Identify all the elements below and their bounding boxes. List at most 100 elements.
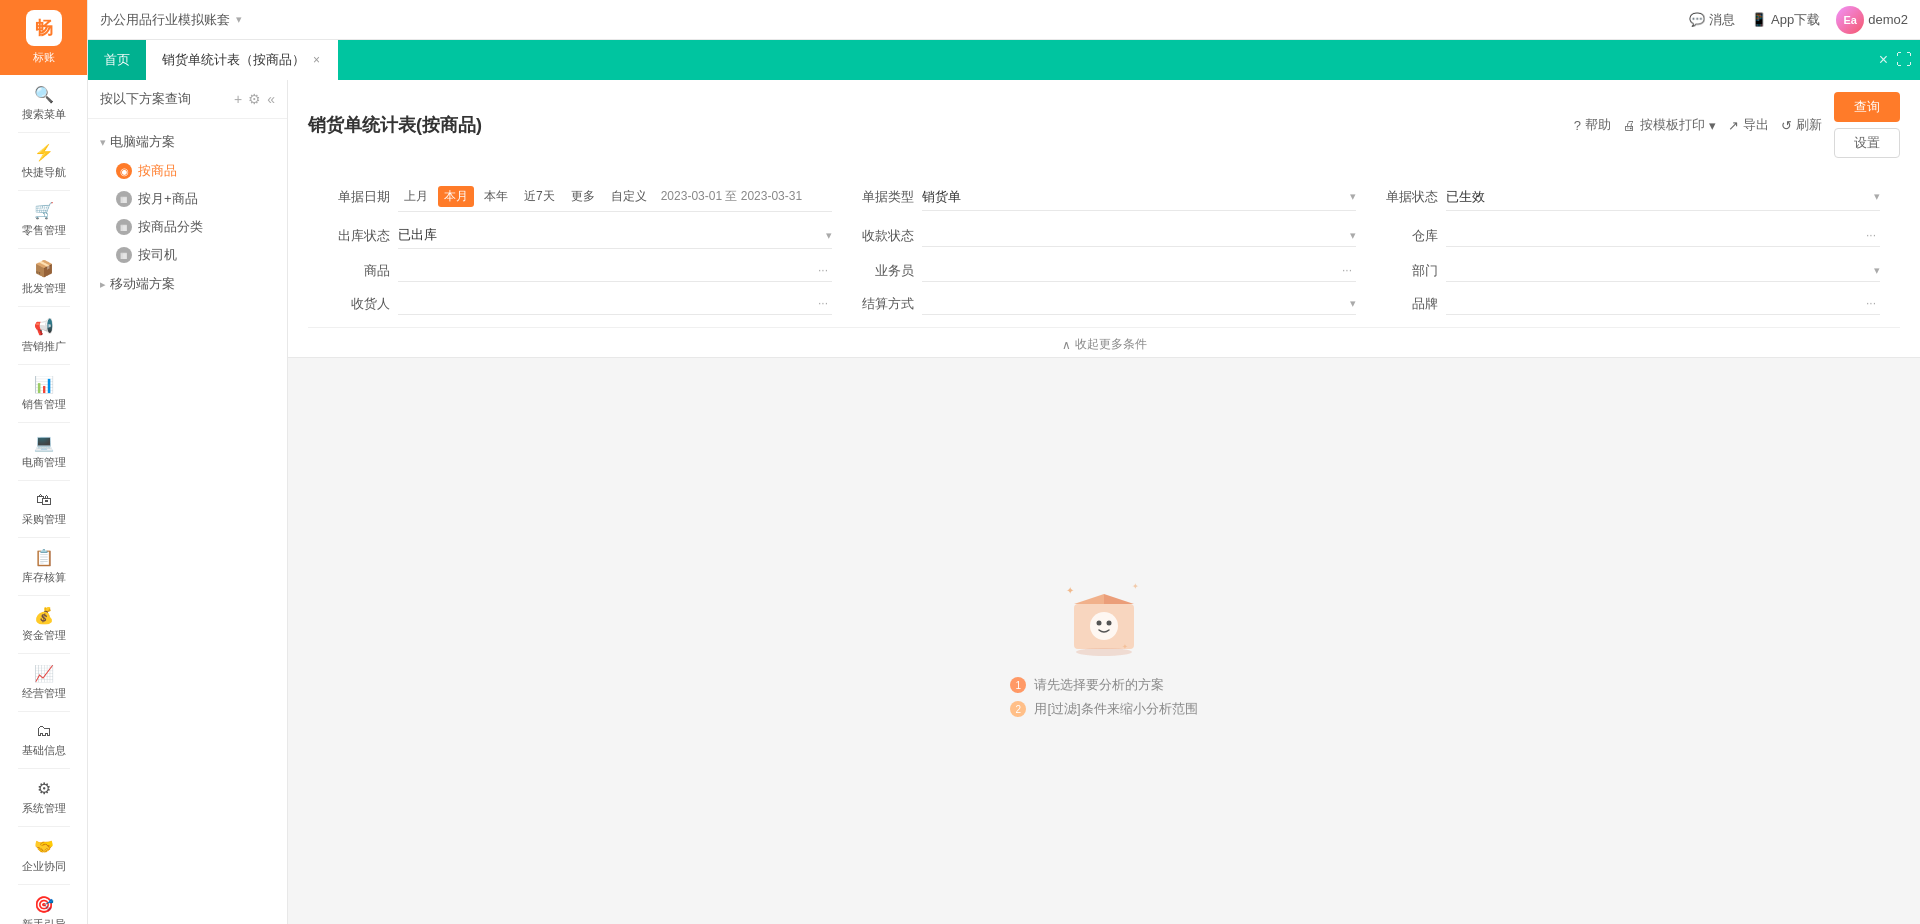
child-label-0-1: 按月+商品 [138,190,198,208]
tab-active[interactable]: 销货单统计表（按商品） × [146,40,338,80]
left-panel: 按以下方案查询 + ⚙ « ▾ 电脑端方案 ◉按商品▦按月+商品▦按商品分类▦按… [88,80,288,924]
date-tab-3[interactable]: 近7天 [518,186,561,207]
tree-child-0-2[interactable]: ▦按商品分类 [88,213,287,241]
payment-method-chevron: ▾ [1350,297,1356,310]
status-value: 已生效 [1446,188,1874,206]
export-label: 导出 [1743,116,1769,134]
tree-group-0[interactable]: ▾ 电脑端方案 [88,127,287,157]
industry-name[interactable]: 办公用品行业模拟账套 [100,11,230,29]
sidebar-item-1[interactable]: ⚡ 快捷导航 [18,133,70,191]
type-control[interactable]: 销货单 ▾ [922,184,1356,211]
warehouse-status-label: 出库状态 [328,227,398,245]
warehouse-dots[interactable]: ··· [1862,228,1880,242]
filter-dept: 部门 ▾ [1376,260,1880,282]
tab-close-icon[interactable]: × [311,53,322,67]
sidebar-icon-7: 🛍 [36,491,52,509]
sidebar-icon-6: 💻 [34,433,54,452]
dept-label: 部门 [1376,262,1446,280]
sidebar-item-11[interactable]: 🗂 基础信息 [18,712,70,769]
add-scheme-icon[interactable]: + [234,91,242,107]
sidebar-item-8[interactable]: 📋 库存核算 [18,538,70,596]
payment-status-label: 收款状态 [852,227,922,245]
date-tab-0[interactable]: 上月 [398,186,434,207]
tab-home[interactable]: 首页 [88,40,146,80]
page-header-top: 销货单统计表(按商品) ? 帮助 🖨 按模板打印 ▾ ↗ [308,92,1900,158]
sidebar-item-2[interactable]: 🛒 零售管理 [18,191,70,249]
sidebar-item-4[interactable]: 📢 营销推广 [18,307,70,365]
date-tab-1[interactable]: 本月 [438,186,474,207]
app-download-label: App下载 [1771,11,1820,29]
payment-method-control[interactable]: ▾ [922,293,1356,315]
sidebar-item-6[interactable]: 💻 电商管理 [18,423,70,481]
tab-maximize-icon[interactable]: ⛶ [1896,51,1912,69]
date-tab-4[interactable]: 更多 [565,186,601,207]
phone-icon: 📱 [1751,12,1767,27]
warehouse-status-chevron: ▾ [826,229,832,242]
message-nav-item[interactable]: 💬 消息 [1689,11,1735,29]
payment-status-control[interactable]: ▾ [922,225,1356,247]
date-tab-5[interactable]: 自定义 [605,186,653,207]
refresh-action[interactable]: ↺ 刷新 [1781,116,1822,134]
collapse-button[interactable]: ∧ 收起更多条件 [1062,336,1147,353]
filter-warehouse-status: 出库状态 已出库 ▾ [328,222,832,249]
goods-control[interactable]: ··· [398,259,832,282]
tree-child-0-1[interactable]: ▦按月+商品 [88,185,287,213]
date-tab-2[interactable]: 本年 [478,186,514,207]
tab-minimize-icon[interactable]: × [1879,51,1888,69]
print-icon: 🖨 [1623,118,1636,133]
sidebar-icon-0: 🔍 [34,85,54,104]
tree-group-1[interactable]: ▸ 移动端方案 [88,269,287,299]
staff-label: 业务员 [852,262,922,280]
app-download-nav-item[interactable]: 📱 App下载 [1751,11,1820,29]
page-header: 销货单统计表(按商品) ? 帮助 🖨 按模板打印 ▾ ↗ [288,80,1920,358]
query-button[interactable]: 查询 [1834,92,1900,122]
status-control[interactable]: 已生效 ▾ [1446,184,1880,211]
brand-control[interactable]: ··· [1446,292,1880,315]
warehouse-control[interactable]: ··· [1446,224,1880,247]
sidebar-icon-8: 📋 [34,548,54,567]
sidebar-item-5[interactable]: 📊 销售管理 [18,365,70,423]
recipient-control[interactable]: ··· [398,292,832,315]
svg-text:✦: ✦ [1066,585,1074,596]
user-nav-item[interactable]: Ea demo2 [1836,6,1908,34]
tree-section: ▾ 电脑端方案 ◉按商品▦按月+商品▦按商品分类▦按司机 ▸ 移动端方案 [88,119,287,307]
staff-control[interactable]: ··· [922,259,1356,282]
goods-dots[interactable]: ··· [814,263,832,277]
sidebar: 畅 标账 🔍 搜索菜单 ⚡ 快捷导航 🛒 零售管理 📦 批发管理 📢 营销推广 … [0,0,88,924]
warehouse-status-control[interactable]: 已出库 ▾ [398,222,832,249]
help-action[interactable]: ? 帮助 [1574,116,1611,134]
sidebar-item-9[interactable]: 💰 资金管理 [18,596,70,654]
tab-home-label: 首页 [104,51,130,69]
sidebar-label-3: 批发管理 [22,281,66,296]
print-action[interactable]: 🖨 按模板打印 ▾ [1623,116,1716,134]
brand-dots[interactable]: ··· [1862,296,1880,310]
status-chevron: ▾ [1874,190,1880,203]
export-action[interactable]: ↗ 导出 [1728,116,1769,134]
filter-row-3: 商品 ··· 业务员 ··· [328,259,1880,282]
sidebar-logo[interactable]: 畅 标账 [0,0,88,75]
sidebar-icon-13: 🤝 [34,837,54,856]
sidebar-item-13[interactable]: 🤝 企业协同 [18,827,70,885]
sidebar-item-14[interactable]: 🎯 新手引导 [18,885,70,924]
right-content: 销货单统计表(按商品) ? 帮助 🖨 按模板打印 ▾ ↗ [288,80,1920,924]
sidebar-label-4: 营销推广 [22,339,66,354]
sidebar-label-14: 新手引导 [22,917,66,924]
page-actions: ? 帮助 🖨 按模板打印 ▾ ↗ 导出 ↺ [1574,92,1900,158]
sidebar-item-12[interactable]: ⚙ 系统管理 [18,769,70,827]
sidebar-icon-2: 🛒 [34,201,54,220]
recipient-dots[interactable]: ··· [814,296,832,310]
sidebar-item-0[interactable]: 🔍 搜索菜单 [18,75,70,133]
sidebar-item-7[interactable]: 🛍 采购管理 [18,481,70,538]
sidebar-item-3[interactable]: 📦 批发管理 [18,249,70,307]
sidebar-item-10[interactable]: 📈 经营管理 [18,654,70,712]
settings-button[interactable]: 设置 [1834,128,1900,158]
settings-scheme-icon[interactable]: ⚙ [248,91,261,107]
filter-staff: 业务员 ··· [852,259,1356,282]
tree-child-0-3[interactable]: ▦按司机 [88,241,287,269]
dept-control[interactable]: ▾ [1446,260,1880,282]
collapse-panel-icon[interactable]: « [267,91,275,107]
staff-dots[interactable]: ··· [1338,263,1356,277]
tree-child-0-0[interactable]: ◉按商品 [88,157,287,185]
tree-group-chevron-1: ▸ [100,278,106,291]
export-icon: ↗ [1728,118,1739,133]
